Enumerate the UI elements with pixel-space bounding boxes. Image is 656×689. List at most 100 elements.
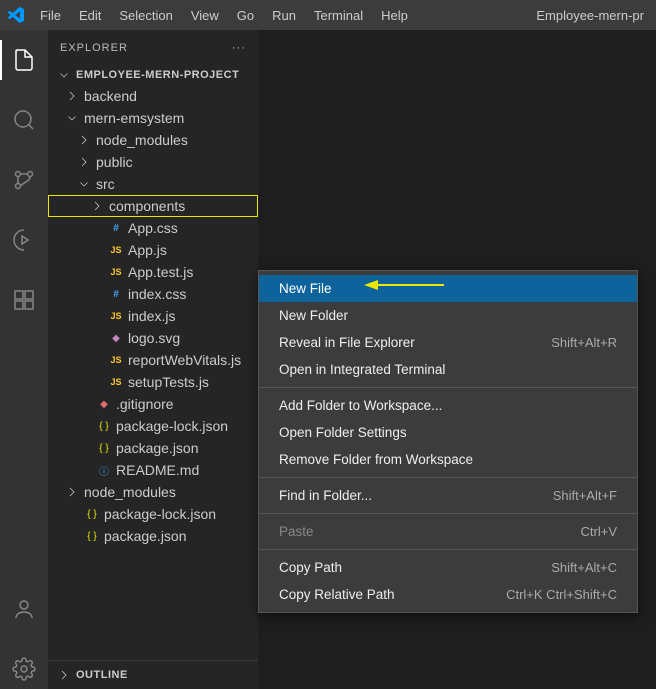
titlebar: FileEditSelectionViewGoRunTerminalHelp E… (0, 0, 656, 30)
context-item-new-file[interactable]: New File (259, 275, 637, 302)
menu-item-view[interactable]: View (183, 4, 227, 27)
vscode-logo-icon (8, 7, 24, 23)
json-file-icon: { } (84, 528, 100, 544)
project-name: EMPLOYEE-MERN-PROJECT (76, 69, 239, 81)
tree-item[interactable]: backend (48, 85, 258, 107)
tree-item[interactable]: JSindex.js (48, 305, 258, 327)
context-divider (259, 477, 637, 478)
annotation-arrow (364, 278, 444, 292)
context-item-new-folder[interactable]: New Folder (259, 302, 637, 329)
css-file-icon: # (108, 286, 124, 302)
js-file-icon: JS (108, 352, 124, 368)
activity-bar (0, 30, 48, 689)
context-item-add-folder-to-workspace-[interactable]: Add Folder to Workspace... (259, 392, 637, 419)
context-item-label: Copy Relative Path (279, 587, 395, 602)
tree-item-label: reportWebVitals.js (128, 352, 241, 368)
context-item-shortcut: Shift+Alt+R (551, 335, 617, 350)
tree-item[interactable]: src (48, 173, 258, 195)
tree-item-label: README.md (116, 462, 199, 478)
menu-item-selection[interactable]: Selection (111, 4, 180, 27)
settings-activity-icon[interactable] (0, 649, 48, 689)
tree-item[interactable]: ⓘREADME.md (48, 459, 258, 481)
extensions-activity-icon[interactable] (0, 280, 48, 320)
svg-file-icon: ◆ (108, 330, 124, 346)
tree-item[interactable]: JSsetupTests.js (48, 371, 258, 393)
tree-item-label: public (96, 154, 133, 170)
chevron-down-icon (64, 110, 80, 126)
context-item-label: New File (279, 281, 332, 296)
file-tree: backendmern-emsystemnode_modulespublicsr… (48, 85, 258, 660)
tree-item[interactable]: { }package-lock.json (48, 503, 258, 525)
tree-item-label: backend (84, 88, 137, 104)
context-item-label: Paste (279, 524, 314, 539)
context-item-label: Open in Integrated Terminal (279, 362, 445, 377)
context-item-shortcut: Shift+Alt+C (551, 560, 617, 575)
sidebar-header: EXPLORER ··· (48, 30, 258, 65)
tree-item[interactable]: public (48, 151, 258, 173)
context-item-shortcut: Ctrl+K Ctrl+Shift+C (506, 587, 617, 602)
tree-item[interactable]: JSApp.test.js (48, 261, 258, 283)
tree-item[interactable]: ◆.gitignore (48, 393, 258, 415)
tree-item[interactable]: components (48, 195, 258, 217)
tree-item-label: App.css (128, 220, 178, 236)
tree-item-label: package-lock.json (116, 418, 228, 434)
chevron-right-icon (76, 154, 92, 170)
tree-item[interactable]: ◆logo.svg (48, 327, 258, 349)
json-file-icon: { } (96, 440, 112, 456)
menu-item-go[interactable]: Go (229, 4, 262, 27)
context-divider (259, 387, 637, 388)
tree-item[interactable]: #App.css (48, 217, 258, 239)
context-item-copy-path[interactable]: Copy PathShift+Alt+C (259, 554, 637, 581)
chevron-down-icon (56, 67, 72, 83)
context-item-find-in-folder-[interactable]: Find in Folder...Shift+Alt+F (259, 482, 637, 509)
menu-item-terminal[interactable]: Terminal (306, 4, 371, 27)
tree-item-label: src (96, 176, 115, 192)
context-item-copy-relative-path[interactable]: Copy Relative Path Ctrl+K Ctrl+Shift+C (259, 581, 637, 608)
js-file-icon: JS (108, 264, 124, 280)
more-actions-icon[interactable]: ··· (232, 42, 246, 54)
menu-item-run[interactable]: Run (264, 4, 304, 27)
menu-item-edit[interactable]: Edit (71, 4, 109, 27)
search-activity-icon[interactable] (0, 100, 48, 140)
account-activity-icon[interactable] (0, 589, 48, 629)
js-file-icon: JS (108, 308, 124, 324)
tree-item[interactable]: { }package.json (48, 525, 258, 547)
chevron-right-icon (76, 132, 92, 148)
tree-item[interactable]: node_modules (48, 129, 258, 151)
tree-item-label: logo.svg (128, 330, 180, 346)
context-item-reveal-in-file-explorer[interactable]: Reveal in File Explorer Shift+Alt+R (259, 329, 637, 356)
tree-item-label: mern-emsystem (84, 110, 184, 126)
context-item-open-folder-settings[interactable]: Open Folder Settings (259, 419, 637, 446)
context-item-remove-folder-from-workspace[interactable]: Remove Folder from Workspace (259, 446, 637, 473)
project-root[interactable]: EMPLOYEE-MERN-PROJECT (48, 65, 258, 85)
context-item-shortcut: Ctrl+V (581, 524, 617, 539)
js-file-icon: JS (108, 374, 124, 390)
outline-section[interactable]: OUTLINE (48, 660, 258, 689)
debug-activity-icon[interactable] (0, 220, 48, 260)
git-file-icon: ◆ (96, 396, 112, 412)
menu-item-help[interactable]: Help (373, 4, 416, 27)
tree-item[interactable]: { }package-lock.json (48, 415, 258, 437)
tree-item[interactable]: { }package.json (48, 437, 258, 459)
context-item-label: Add Folder to Workspace... (279, 398, 442, 413)
chevron-down-icon (76, 176, 92, 192)
chevron-right-icon (64, 88, 80, 104)
tree-item[interactable]: JSApp.js (48, 239, 258, 261)
tree-item[interactable]: JSreportWebVitals.js (48, 349, 258, 371)
tree-item[interactable]: node_modules (48, 481, 258, 503)
explorer-activity-icon[interactable] (0, 40, 48, 80)
tree-item[interactable]: mern-emsystem (48, 107, 258, 129)
context-item-label: Open Folder Settings (279, 425, 407, 440)
context-item-shortcut: Shift+Alt+F (553, 488, 617, 503)
menu-item-file[interactable]: File (32, 4, 69, 27)
source-control-activity-icon[interactable] (0, 160, 48, 200)
context-item-open-in-integrated-terminal[interactable]: Open in Integrated Terminal (259, 356, 637, 383)
tree-item-label: node_modules (96, 132, 188, 148)
readme-file-icon: ⓘ (96, 462, 112, 478)
tree-item[interactable]: #index.css (48, 283, 258, 305)
context-divider (259, 549, 637, 550)
context-item-label: Reveal in File Explorer (279, 335, 415, 350)
context-item-label: Remove Folder from Workspace (279, 452, 473, 467)
tree-item-label: setupTests.js (128, 374, 209, 390)
editor-area: New FileNew FolderReveal in File Explore… (258, 30, 656, 689)
